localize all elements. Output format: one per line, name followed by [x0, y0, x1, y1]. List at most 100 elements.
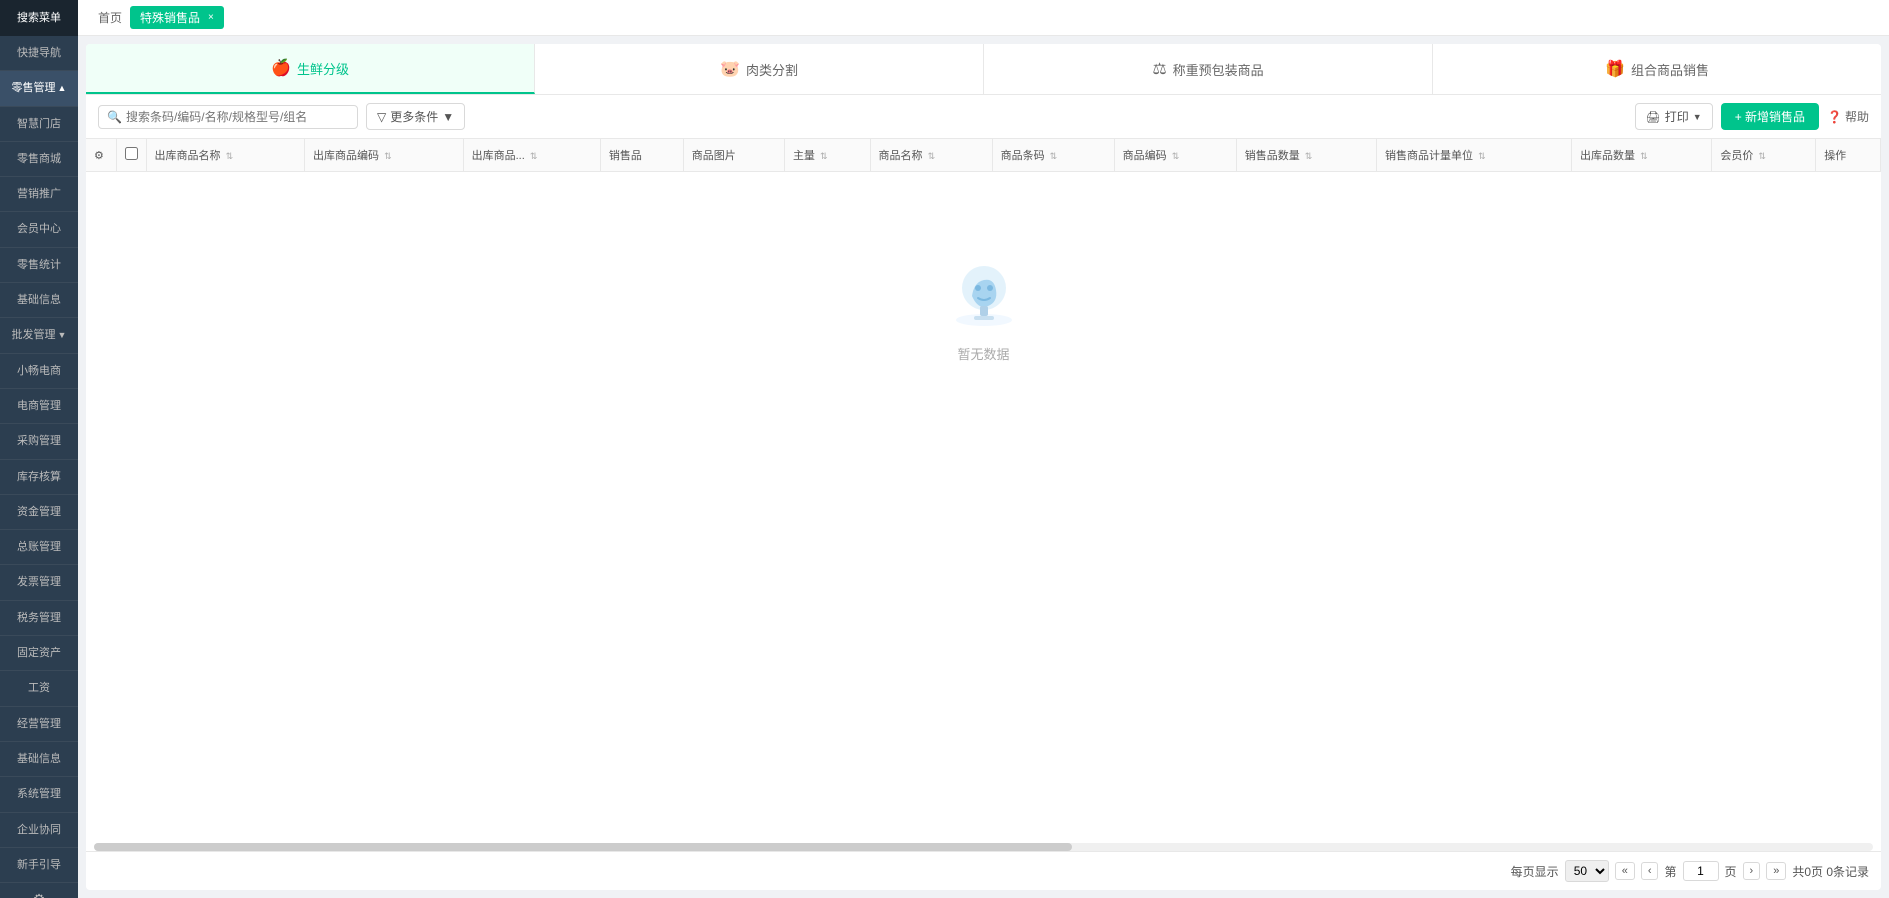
sort-icon[interactable]: ⇅ [1305, 151, 1313, 161]
scroll-thumb[interactable] [94, 843, 1072, 851]
sort-icon[interactable]: ⇅ [1640, 151, 1648, 161]
toolbar-right: 🖨 打印 ▼ + 新增销售品 ❓ 帮助 [1635, 103, 1869, 130]
col-goods-name: 商品名称 ⇅ [870, 139, 992, 172]
content-area: 🍎 生鲜分级 🐷 肉类分割 ⚖ 称重预包装商品 🎁 组合商品销售 🔍 [86, 44, 1881, 890]
sidebar-item-newbie-guide[interactable]: 新手引导 [0, 848, 78, 883]
sort-icon[interactable]: ⇅ [226, 151, 234, 161]
sidebar-item-labor[interactable]: 工资 [0, 671, 78, 706]
total-records: 共0页 0条记录 [1792, 863, 1869, 880]
per-page-select[interactable]: 50 [1565, 860, 1609, 882]
sidebar-item-smart-store[interactable]: 智慧门店 [0, 107, 78, 142]
prev-page-button[interactable]: ‹ [1641, 862, 1659, 880]
col-goods-code: 商品编码 ⇅ [1114, 139, 1236, 172]
settings-icon: ⚙ [94, 150, 104, 162]
tab-meat-cut-icon: 🐷 [720, 59, 740, 79]
print-button[interactable]: 🖨 打印 ▼ [1635, 103, 1713, 130]
close-tab-icon[interactable]: × [208, 12, 214, 23]
col-sales-qty: 销售品数量 ⇅ [1236, 139, 1376, 172]
sidebar-item-invoice-mgmt[interactable]: 发票管理 [0, 565, 78, 600]
sidebar-logo-text: 搜索菜单 [17, 12, 61, 24]
select-all-checkbox[interactable] [125, 147, 138, 160]
next-page-button[interactable]: › [1743, 862, 1761, 880]
page-input[interactable] [1683, 861, 1719, 881]
sidebar-item-basic-info2[interactable]: 基础信息 [0, 742, 78, 777]
sidebar-item-fixed-assets[interactable]: 固定资产 [0, 636, 78, 671]
sidebar-item-retail-mall[interactable]: 零售商城 [0, 142, 78, 177]
page-unit: 页 [1725, 863, 1737, 880]
col-out-goods-x: 出库商品... ⇅ [463, 139, 600, 172]
print-icon: 🖨 [1646, 110, 1661, 124]
col-sales-goods: 销售品 [600, 139, 683, 172]
col-sales-unit: 销售商品计量单位 ⇅ [1377, 139, 1572, 172]
sidebar-item-inventory-check[interactable]: 库存核算 [0, 460, 78, 495]
tab-meat-cut[interactable]: 🐷 肉类分割 [535, 44, 984, 94]
sidebar-item-basic-info[interactable]: 基础信息 [0, 283, 78, 318]
col-member-price: 会员价 ⇅ [1712, 139, 1816, 172]
tab-fresh-grade-icon: 🍎 [271, 58, 291, 78]
sidebar-item-ecommerce-mgmt[interactable]: 电商管理 [0, 389, 78, 424]
search-icon: 🔍 [107, 110, 122, 124]
first-page-button[interactable]: « [1615, 862, 1635, 880]
add-sales-button[interactable]: + 新增销售品 [1721, 103, 1819, 130]
sort-icon[interactable]: ⇅ [1050, 151, 1058, 161]
last-page-button[interactable]: » [1766, 862, 1786, 880]
tab-weigh-pack[interactable]: ⚖ 称重预包装商品 [984, 44, 1433, 94]
help-button[interactable]: ❓ 帮助 [1827, 108, 1869, 125]
sidebar-item-purchase-mgmt[interactable]: 采购管理 [0, 424, 78, 459]
tab-combo-sales[interactable]: 🎁 组合商品销售 [1433, 44, 1881, 94]
tab-combo-sales-icon: 🎁 [1605, 59, 1625, 79]
sidebar-item-tax-mgmt[interactable]: 税务管理 [0, 601, 78, 636]
pagination-bar: 每页显示 50 « ‹ 第 页 › » 共0页 0条记录 [86, 851, 1881, 890]
table-container: ⚙ 出库商品名称 ⇅ 出库商品编码 ⇅ [86, 139, 1881, 843]
main-area: 首页 特殊销售品 × 🍎 生鲜分级 🐷 肉类分割 ⚖ 称重预包装商品 🎁 [78, 0, 1889, 898]
sort-icon[interactable]: ⇅ [928, 151, 936, 161]
col-out-goods-name: 出库商品名称 ⇅ [146, 139, 305, 172]
sidebar-item-general-ledger[interactable]: 总账管理 [0, 530, 78, 565]
sidebar-item-operations-mgmt[interactable]: 经营管理 [0, 707, 78, 742]
sidebar-logo[interactable]: 搜索菜单 [0, 0, 78, 36]
col-settings[interactable]: ⚙ [86, 139, 116, 172]
col-goods-barcode: 商品条码 ⇅ [992, 139, 1114, 172]
wholesale-mgmt-arrow: ▼ [58, 330, 67, 342]
sidebar-item-member-center[interactable]: 会员中心 [0, 212, 78, 247]
last-page-icon: » [1773, 865, 1779, 877]
horizontal-scrollbar[interactable] [94, 843, 1873, 851]
breadcrumb-active-tab[interactable]: 特殊销售品 × [130, 6, 224, 29]
tabs-row: 🍎 生鲜分级 🐷 肉类分割 ⚖ 称重预包装商品 🎁 组合商品销售 [86, 44, 1881, 95]
col-out-goods-code: 出库商品编码 ⇅ [305, 139, 464, 172]
tab-fresh-grade[interactable]: 🍎 生鲜分级 [86, 44, 535, 94]
sort-icon[interactable]: ⇅ [820, 151, 828, 161]
gear-icon[interactable]: ⚙ [0, 883, 78, 898]
sidebar-item-finance-mgmt[interactable]: 资金管理 [0, 495, 78, 530]
sort-icon[interactable]: ⇅ [1478, 151, 1486, 161]
search-input[interactable] [126, 110, 346, 124]
sidebar-item-retail-stats[interactable]: 零售统计 [0, 248, 78, 283]
empty-text: 暂无数据 [957, 344, 1009, 363]
retail-mgmt-arrow: ▲ [58, 83, 67, 95]
filter-button[interactable]: ▽ 更多条件 ▼ [366, 103, 465, 130]
sidebar-item-retail-mgmt[interactable]: 零售管理 ▲ [0, 71, 78, 106]
sidebar-item-system-mgmt[interactable]: 系统管理 [0, 777, 78, 812]
sort-icon[interactable]: ⇅ [530, 151, 538, 161]
sort-icon[interactable]: ⇅ [384, 151, 392, 161]
search-box[interactable]: 🔍 [98, 105, 358, 129]
per-page-label: 每页显示 [1511, 863, 1559, 880]
data-table: ⚙ 出库商品名称 ⇅ 出库商品编码 ⇅ [86, 139, 1881, 172]
sidebar-item-quick-nav[interactable]: 快捷导航 [0, 36, 78, 71]
sidebar-item-wholesale-mgmt[interactable]: 批发管理 ▼ [0, 318, 78, 353]
col-checkbox[interactable] [116, 139, 146, 172]
prev-page-icon: ‹ [1648, 865, 1652, 877]
col-main-unit: 主量 ⇅ [784, 139, 870, 172]
first-page-icon: « [1622, 865, 1628, 877]
filter-arrow-icon: ▼ [442, 110, 454, 124]
top-bar: 首页 特殊销售品 × [78, 0, 1889, 36]
breadcrumb-home[interactable]: 首页 [90, 9, 130, 26]
sort-icon[interactable]: ⇅ [1172, 151, 1180, 161]
sort-icon[interactable]: ⇅ [1758, 151, 1766, 161]
col-action: 操作 [1816, 139, 1881, 172]
sidebar-item-mini-ecommerce[interactable]: 小畅电商 [0, 354, 78, 389]
sidebar-item-sales-promo[interactable]: 营销推广 [0, 177, 78, 212]
sidebar-item-enterprise-coop[interactable]: 企业协同 [0, 813, 78, 848]
next-page-icon: › [1750, 865, 1754, 877]
print-arrow-icon: ▼ [1693, 112, 1702, 122]
